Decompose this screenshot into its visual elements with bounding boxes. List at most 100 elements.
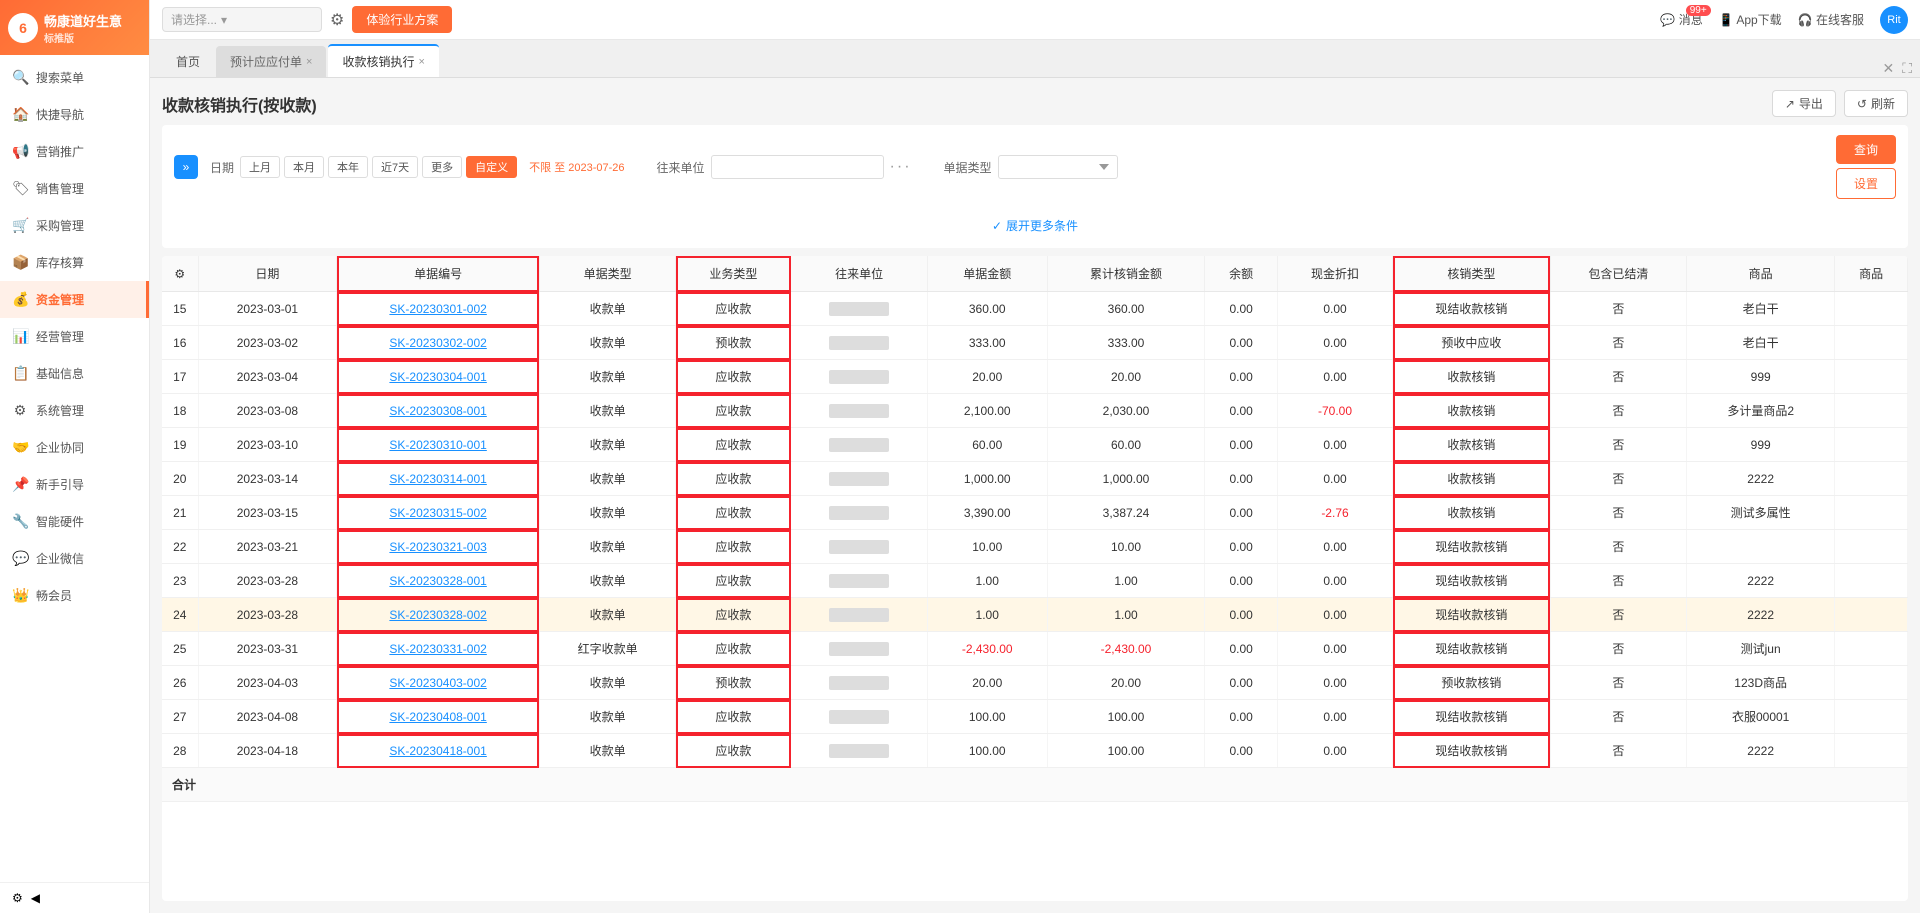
singleno-link[interactable]: SK-20230331-002: [389, 642, 486, 656]
cell-counterpart: [791, 700, 927, 734]
cell-balance: 0.00: [1205, 666, 1278, 700]
cell-cumverify: 20.00: [1047, 360, 1205, 394]
singleno-link[interactable]: SK-20230315-002: [389, 506, 486, 520]
sidebar-item-basic[interactable]: 📋基础信息: [0, 355, 149, 392]
filter-toggle-button[interactable]: »: [174, 155, 198, 179]
counterpart-blurred: [829, 676, 889, 690]
cell-cashdiscount: 0.00: [1277, 700, 1392, 734]
date-btn-thisyear[interactable]: 本年: [328, 156, 368, 178]
tab-prepay-close[interactable]: ×: [306, 56, 312, 68]
singleno-link[interactable]: SK-20230328-001: [389, 574, 486, 588]
export-label: 导出: [1799, 95, 1823, 112]
singleno-link[interactable]: SK-20230408-001: [389, 710, 486, 724]
cell-goods2: [1835, 666, 1908, 700]
sidebar-item-marketing[interactable]: 📢营销推广: [0, 133, 149, 170]
sidebar-item-member[interactable]: 👑畅会员: [0, 577, 149, 614]
counterpart-input[interactable]: [711, 155, 884, 179]
singleno-link[interactable]: SK-20230314-001: [389, 472, 486, 486]
cell-biztype: 应收款: [676, 564, 791, 598]
app-download[interactable]: 📱 App下载: [1719, 11, 1782, 28]
refresh-icon: ↺: [1857, 97, 1867, 111]
sidebar-item-system[interactable]: ⚙系统管理: [0, 392, 149, 429]
tab-close-all-icon[interactable]: ✕: [1882, 60, 1894, 77]
gear-icon[interactable]: ⚙: [330, 10, 344, 30]
filter-settings-button[interactable]: 设置: [1836, 168, 1896, 199]
solution-button[interactable]: 体验行业方案: [352, 6, 452, 33]
cell-biztype: 应收款: [676, 734, 791, 768]
singleno-link[interactable]: SK-20230418-001: [389, 744, 486, 758]
cell-goods: 老白干: [1687, 292, 1835, 326]
singleno-link[interactable]: SK-20230304-001: [389, 370, 486, 384]
gear-table-icon[interactable]: ⚙: [174, 267, 185, 281]
sidebar-item-wechat[interactable]: 💬企业微信: [0, 540, 149, 577]
export-button[interactable]: ↗ 导出: [1772, 90, 1836, 117]
sidebar-bottom[interactable]: ⚙ ◀: [0, 882, 149, 913]
tab-prepay[interactable]: 预计应应付单 ×: [216, 46, 326, 77]
sidebar-item-inventory[interactable]: 📦库存核算: [0, 244, 149, 281]
cell-verifytype: 收款核销: [1393, 428, 1551, 462]
cell-cumverify: 3,387.24: [1047, 496, 1205, 530]
settings-icon[interactable]: ⚙: [12, 891, 23, 905]
date-btn-7days[interactable]: 近7天: [372, 156, 418, 178]
collapse-icon[interactable]: ◀: [31, 891, 40, 905]
sidebar-item-purchase[interactable]: 🛒采购管理: [0, 207, 149, 244]
cell-singleno: SK-20230408-001: [337, 700, 540, 734]
th-gear[interactable]: ⚙: [162, 256, 198, 292]
sidebar-item-guide[interactable]: 📌新手引导: [0, 466, 149, 503]
date-btn-more[interactable]: 更多: [422, 156, 462, 178]
sidebar-label-corp: 企业协同: [36, 439, 84, 456]
sidebar-label-basic: 基础信息: [36, 365, 84, 382]
tab-expand-icon[interactable]: ⛶: [1902, 60, 1912, 77]
receipt-type-select[interactable]: [998, 155, 1118, 179]
sidebar-item-hardware[interactable]: 🔧智能硬件: [0, 503, 149, 540]
singleno-link[interactable]: SK-20230302-002: [389, 336, 486, 350]
message-badge[interactable]: 💬 消息 99+: [1660, 11, 1702, 28]
online-service[interactable]: 🎧 在线客服: [1798, 11, 1864, 28]
singleno-link[interactable]: SK-20230328-002: [389, 608, 486, 622]
cell-goods: 123D商品: [1687, 666, 1835, 700]
cell-includeclear: 否: [1550, 428, 1686, 462]
tab-verify[interactable]: 收款核销执行 ×: [328, 44, 438, 77]
workspace-select[interactable]: 请选择... ▾: [162, 7, 322, 32]
singleno-link[interactable]: SK-20230403-002: [389, 676, 486, 690]
date-btn-thismonth[interactable]: 本月: [284, 156, 324, 178]
cell-balance: 0.00: [1205, 700, 1278, 734]
sidebar-item-search[interactable]: 🔍搜索菜单: [0, 59, 149, 96]
cell-cashdiscount: 0.00: [1277, 360, 1392, 394]
cell-counterpart: [791, 496, 927, 530]
singleno-link[interactable]: SK-20230308-001: [389, 404, 486, 418]
sidebar-label-purchase: 采购管理: [36, 217, 84, 234]
tab-home[interactable]: 首页: [162, 46, 214, 77]
sidebar-item-finance[interactable]: 💰资金管理: [0, 281, 149, 318]
workspace-select-arrow[interactable]: ▾: [221, 13, 227, 27]
sidebar-item-shortcut[interactable]: 🏠快捷导航: [0, 96, 149, 133]
cell-cumverify: 100.00: [1047, 700, 1205, 734]
cell-cumverify: 1,000.00: [1047, 462, 1205, 496]
cell-cumverify: 100.00: [1047, 734, 1205, 768]
expand-more-button[interactable]: ✓ 展开更多条件: [980, 213, 1090, 238]
cell-goods: 999: [1687, 360, 1835, 394]
singleno-link[interactable]: SK-20230310-001: [389, 438, 486, 452]
date-btn-custom[interactable]: 自定义: [466, 156, 517, 178]
refresh-button[interactable]: ↺ 刷新: [1844, 90, 1908, 117]
sidebar-item-corp[interactable]: 🤝企业协同: [0, 429, 149, 466]
counterpart-label: 往来单位: [657, 159, 705, 176]
sidebar-item-operation[interactable]: 📊经营管理: [0, 318, 149, 355]
sidebar-icon-shortcut: 🏠: [12, 106, 28, 123]
cell-date: 2023-03-31: [198, 632, 337, 666]
tab-prepay-label: 预计应应付单: [230, 53, 302, 70]
date-btn-lastmonth[interactable]: 上月: [240, 156, 280, 178]
sidebar-item-sales[interactable]: 🏷销售管理: [0, 170, 149, 207]
cell-counterpart: [791, 632, 927, 666]
message-count: 99+: [1686, 5, 1711, 16]
singleno-link[interactable]: SK-20230321-003: [389, 540, 486, 554]
cell-amount: 100.00: [927, 734, 1047, 768]
sidebar-icon-member: 👑: [12, 587, 28, 604]
cell-goods: 衣服00001: [1687, 700, 1835, 734]
query-button[interactable]: 查询: [1836, 135, 1896, 164]
tab-verify-close[interactable]: ×: [418, 56, 424, 68]
counterpart-dots[interactable]: ···: [890, 158, 912, 176]
counterpart-blurred: [829, 370, 889, 384]
singleno-link[interactable]: SK-20230301-002: [389, 302, 486, 316]
user-avatar[interactable]: Rit: [1880, 6, 1908, 34]
